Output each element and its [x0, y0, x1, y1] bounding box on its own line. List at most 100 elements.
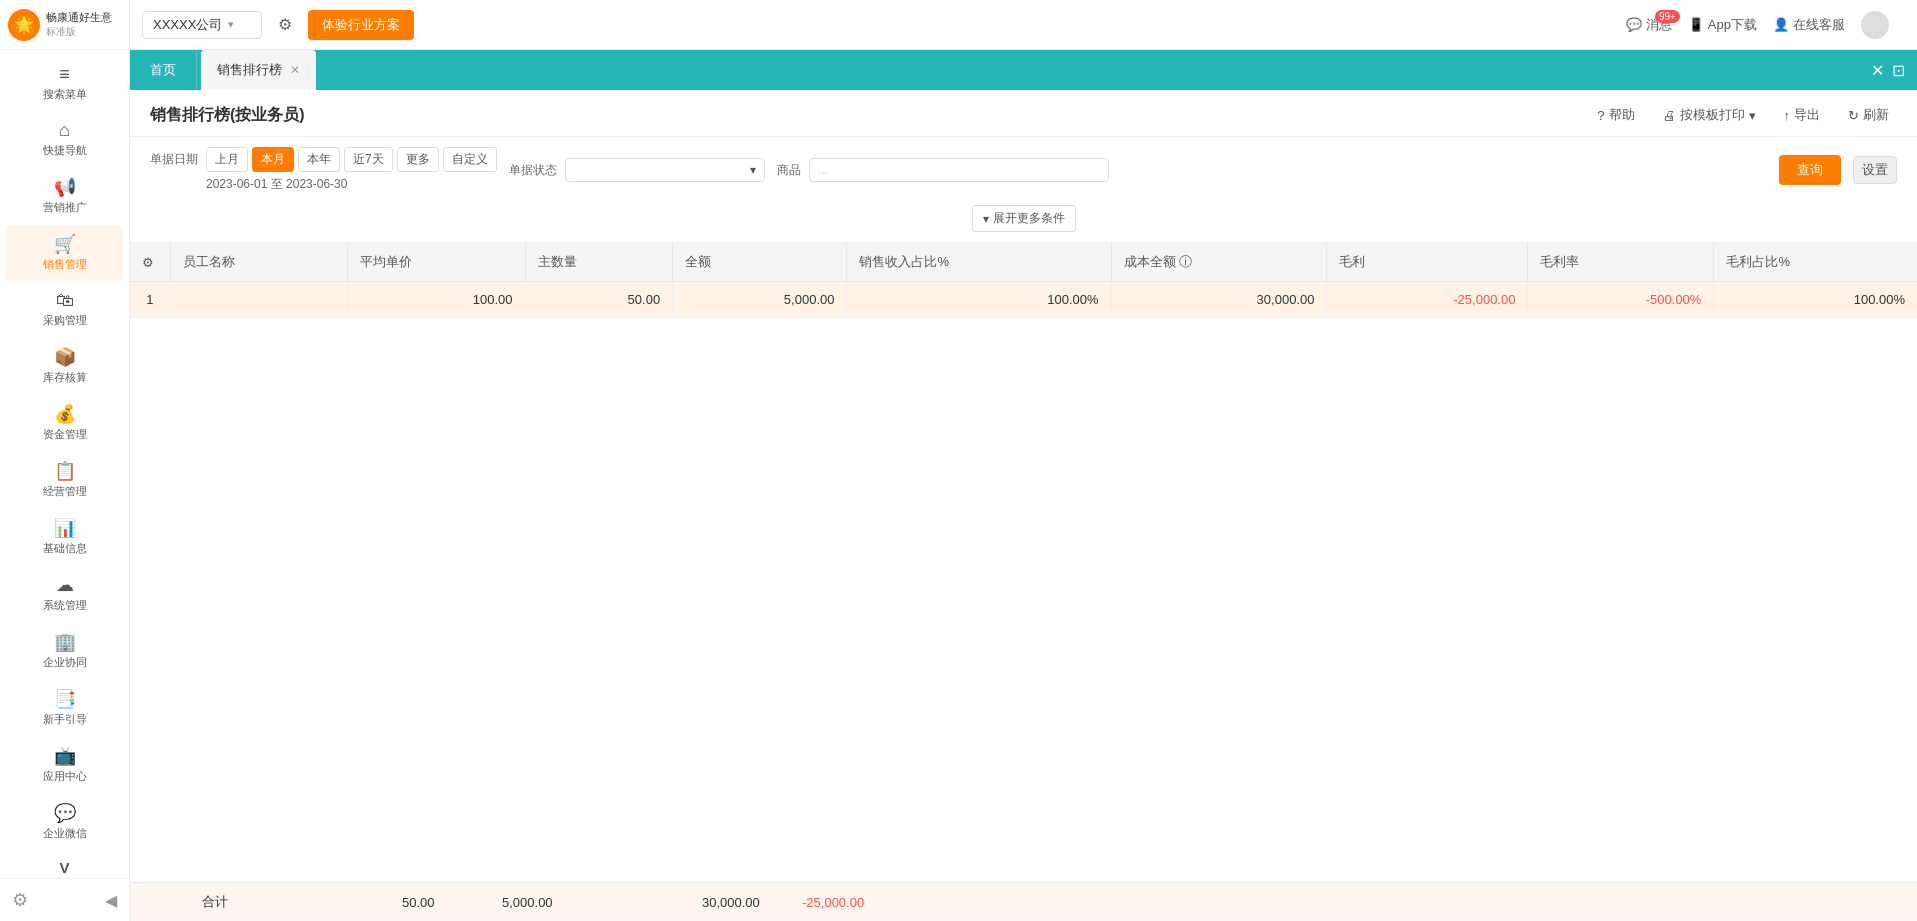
date-custom-btn[interactable]: 自定义	[443, 147, 497, 172]
sidebar-nav: ≡ 搜索菜单 ⌂ 快捷导航 📢 营销推广 🛒 销售管理 🛍 采购管理 📦 库存核…	[0, 50, 129, 878]
sidebar-item-finance[interactable]: 💰 资金管理	[6, 395, 123, 450]
sidebar-item-search-orders[interactable]: ≡ 搜索菜单	[6, 56, 123, 110]
sidebar-item-purchase[interactable]: 🛍 采购管理	[6, 282, 123, 336]
sidebar-item-marketing[interactable]: 📢 营销推广	[6, 168, 123, 223]
sidebar-label-app-center: 应用中心	[43, 769, 87, 784]
th-amount: 全额	[673, 243, 847, 282]
date-last-7days-btn[interactable]: 近7天	[344, 147, 393, 172]
sidebar-item-wechat[interactable]: 💬 企业微信	[6, 794, 123, 849]
member-icon: V	[59, 859, 69, 876]
td-sales-ratio: 100.00%	[847, 282, 1111, 318]
td-avg-price: 100.00	[348, 282, 526, 318]
td-main-qty: 50.00	[525, 282, 673, 318]
refresh-button[interactable]: ↻ 刷新	[1840, 102, 1897, 128]
gear-icon: ⚙	[278, 15, 292, 34]
query-button[interactable]: 查询	[1779, 155, 1841, 185]
status-filter-group: 单据状态 ▾	[509, 158, 765, 182]
footer-gross: -25,000.00	[802, 895, 882, 910]
footer-main-qty: 50.00	[402, 895, 482, 910]
logo-brand: 畅康通好生意	[46, 10, 112, 25]
service-icon: 👤	[1773, 17, 1789, 32]
operations-icon: 📋	[54, 460, 76, 482]
logo-text-block: 畅康通好生意 标准版	[46, 10, 112, 39]
logo-icon: 🌟	[8, 9, 40, 41]
message-badge: 99+	[1655, 10, 1680, 23]
sidebar-item-member[interactable]: V 畅会员	[6, 851, 123, 878]
sidebar-label-finance: 资金管理	[43, 427, 87, 442]
message-button[interactable]: 💬 消息 99+	[1626, 16, 1672, 34]
sidebar-item-guide[interactable]: 📑 新手引导	[6, 680, 123, 735]
header-settings-button[interactable]: ⚙	[270, 10, 300, 40]
online-service-button[interactable]: 👤 在线客服	[1773, 16, 1845, 34]
status-select-chevron-icon: ▾	[750, 163, 756, 177]
th-employee: 员工名称	[170, 243, 348, 282]
app-download-label: App下载	[1708, 16, 1757, 34]
purchase-icon: 🛍	[56, 290, 74, 311]
tab-bar-restore-icon[interactable]: ⊡	[1892, 61, 1905, 80]
top-header-right: 💬 消息 99+ 📱 App下载 👤 在线客服	[1626, 11, 1905, 39]
date-more-btn[interactable]: 更多	[397, 147, 439, 172]
settings-button[interactable]: 设置	[1853, 156, 1897, 184]
date-current-month-btn[interactable]: 本月	[252, 147, 294, 172]
date-current-year-btn[interactable]: 本年	[298, 147, 340, 172]
table-footer: 合计 50.00 5,000.00 30,000.00 -25,000.00	[130, 882, 1917, 921]
goods-input[interactable]: ...	[809, 158, 1109, 182]
table-row[interactable]: 1100.0050.005,000.00100.00%30,000.00-25,…	[130, 282, 1917, 318]
app-download-button[interactable]: 📱 App下载	[1688, 16, 1757, 34]
sidebar-item-sales[interactable]: 🛒 销售管理	[6, 225, 123, 280]
guide-icon: 📑	[54, 688, 76, 710]
tab-bar-close-icon[interactable]: ✕	[1871, 61, 1884, 80]
trial-industry-button[interactable]: 体验行业方案	[308, 10, 414, 40]
sidebar-item-inventory[interactable]: 📦 库存核算	[6, 338, 123, 393]
sidebar-item-operations[interactable]: 📋 经营管理	[6, 452, 123, 507]
goods-filter-label: 商品	[777, 162, 801, 179]
search-orders-icon: ≡	[59, 64, 70, 85]
company-selector[interactable]: XXXXX公司 ▾	[142, 11, 262, 39]
goods-filter-group: 商品 ...	[777, 158, 1109, 182]
tab-home[interactable]: 首页	[130, 50, 197, 90]
date-last-month-btn[interactable]: 上月	[206, 147, 248, 172]
footer-label: 合计	[202, 893, 282, 911]
sidebar-item-quick-nav[interactable]: ⌂ 快捷导航	[6, 112, 123, 166]
expand-label: 展开更多条件	[993, 210, 1065, 227]
th-gross-rate: 毛利率	[1528, 243, 1714, 282]
sidebar-label-sales: 销售管理	[43, 257, 87, 272]
basic-info-icon: 📊	[54, 517, 76, 539]
th-main-qty: 主数量	[525, 243, 673, 282]
export-button[interactable]: ↑ 导出	[1776, 102, 1829, 128]
td-gross-rate: -500.00%	[1528, 282, 1714, 318]
app-center-icon: 📺	[54, 745, 76, 767]
refresh-label: 刷新	[1863, 106, 1889, 124]
th-sales-ratio: 销售收入占比%	[847, 243, 1111, 282]
sidebar-item-basic-info[interactable]: 📊 基础信息	[6, 509, 123, 564]
quick-nav-icon: ⌂	[59, 120, 70, 141]
expand-row: ▾ 展开更多条件	[150, 199, 1897, 232]
settings-bottom-icon[interactable]: ⚙	[12, 889, 28, 911]
sidebar-label-search-orders: 搜索菜单	[43, 87, 87, 102]
company-chevron-icon: ▾	[228, 18, 234, 31]
page-header: 销售排行榜(按业务员) ? 帮助 🖨 按模板打印 ▾ ↑ 导出	[130, 90, 1917, 137]
sidebar-item-app-center[interactable]: 📺 应用中心	[6, 737, 123, 792]
tab-bar-right: ✕ ⊡	[1871, 61, 1917, 80]
th-settings: ⚙	[130, 243, 170, 282]
sidebar-label-purchase: 采购管理	[43, 313, 87, 328]
help-button[interactable]: ? 帮助	[1589, 102, 1642, 128]
tab-sales-rank-label: 销售排行榜	[217, 61, 282, 79]
marketing-icon: 📢	[54, 176, 76, 198]
expand-conditions-button[interactable]: ▾ 展开更多条件	[972, 205, 1076, 232]
export-icon: ↑	[1784, 108, 1791, 123]
print-icon: 🖨	[1663, 108, 1676, 123]
status-select[interactable]: ▾	[565, 158, 765, 182]
enterprise-icon: 🏢	[54, 631, 76, 653]
tab-close-icon[interactable]: ✕	[290, 63, 300, 77]
sidebar-item-system[interactable]: ☁ 系统管理	[6, 566, 123, 621]
collapse-sidebar-icon[interactable]: ◀	[105, 891, 117, 910]
content-area: 销售排行榜(按业务员) ? 帮助 🖨 按模板打印 ▾ ↑ 导出	[130, 90, 1917, 921]
template-print-button[interactable]: 🖨 按模板打印 ▾	[1655, 102, 1764, 128]
sidebar-label-operations: 经营管理	[43, 484, 87, 499]
table-settings-icon[interactable]: ⚙	[142, 255, 154, 270]
tab-sales-rank[interactable]: 销售排行榜 ✕	[201, 50, 316, 90]
sidebar-item-enterprise[interactable]: 🏢 企业协同	[6, 623, 123, 678]
user-avatar[interactable]	[1861, 11, 1889, 39]
filter-row-main: 单据日期 上月 本月 本年 近7天 更多 自定义 2023-06-01 至 20…	[150, 147, 1897, 193]
